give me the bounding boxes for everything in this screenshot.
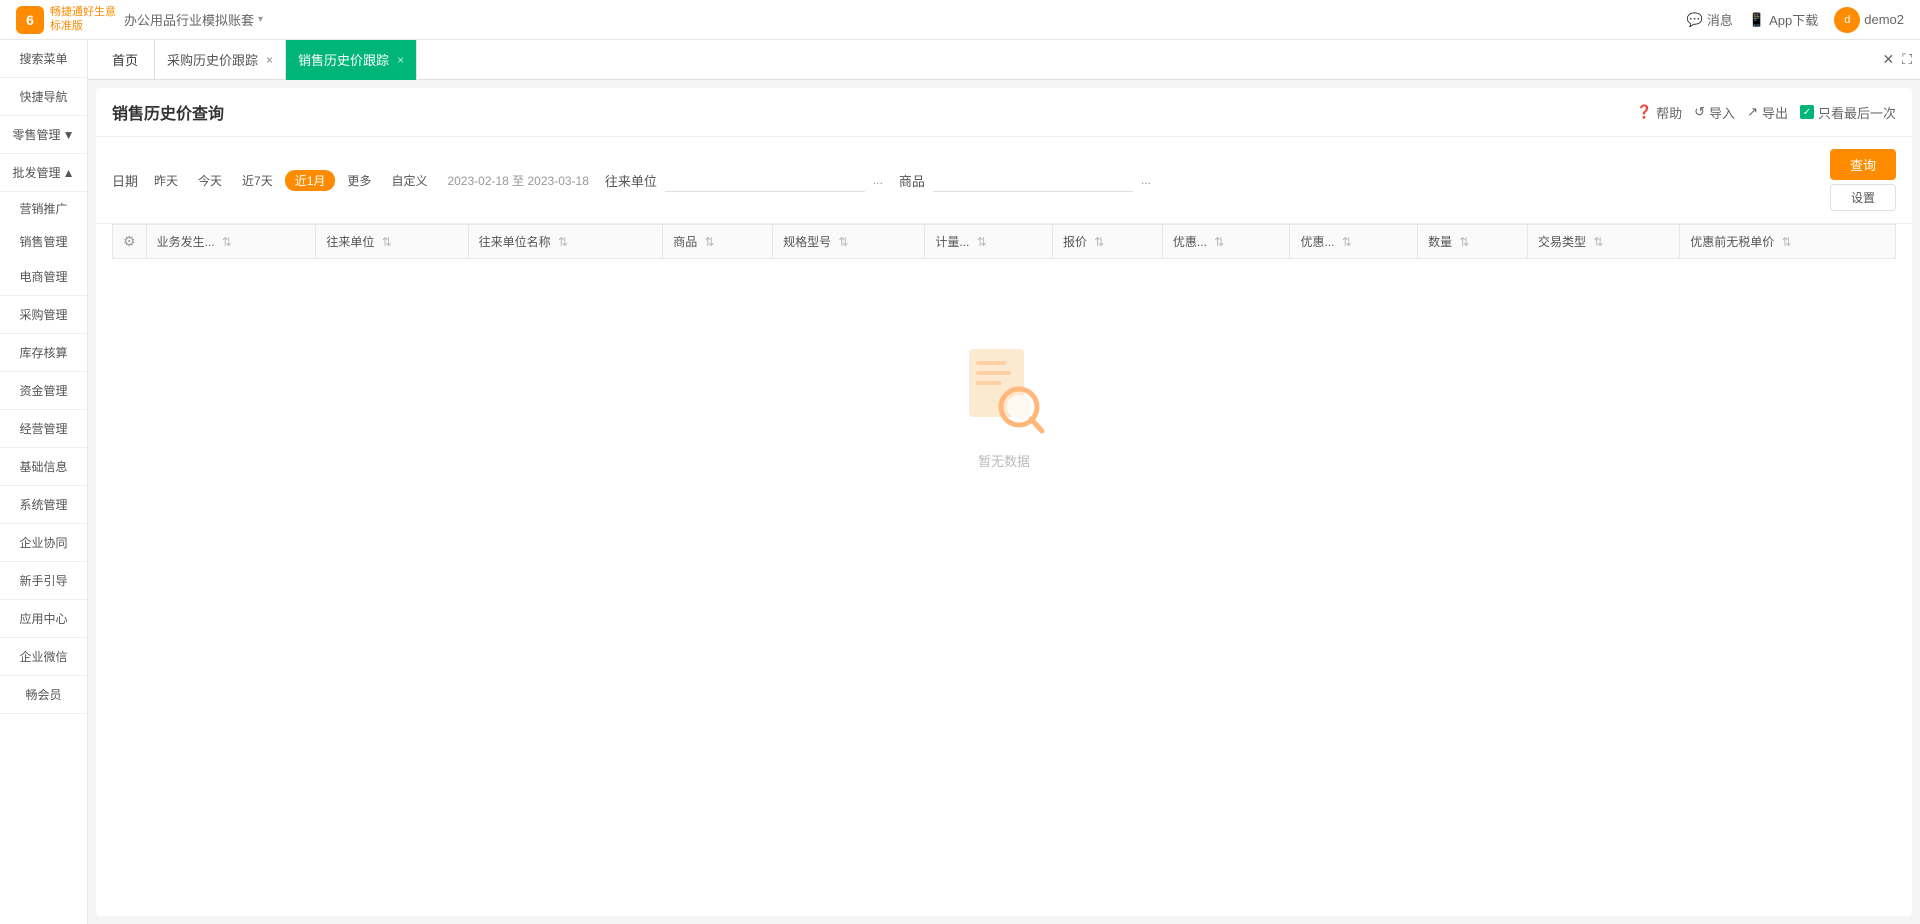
- app-title-dropdown-icon[interactable]: ▾: [258, 14, 263, 25]
- product-picker-icon[interactable]: ...: [1141, 173, 1151, 187]
- date-btn-today[interactable]: 今天: [190, 170, 230, 191]
- col-quantity[interactable]: 数量 ⇅: [1418, 225, 1528, 259]
- data-table: ⚙ 业务发生... ⇅ 往来单位 ⇅ 往来单位名称 ⇅ 商品 ⇅ 规格型号 ⇅ …: [112, 224, 1896, 259]
- export-icon: ↗: [1747, 104, 1758, 120]
- sidebar-item-ecommerce[interactable]: 电商管理: [0, 258, 87, 296]
- partner-picker-icon[interactable]: ...: [873, 173, 883, 187]
- app-title: 办公用品行业模拟账套: [124, 10, 254, 29]
- tab-bar: 首页 采购历史价跟踪 × 销售历史价跟踪 × ✕ ⛶: [88, 40, 1920, 80]
- date-btn-7days[interactable]: 近7天: [234, 170, 281, 191]
- page-title: 销售历史价查询: [112, 100, 224, 124]
- col-discount1[interactable]: 优惠... ⇅: [1162, 225, 1290, 259]
- date-btn-yesterday[interactable]: 昨天: [146, 170, 186, 191]
- sidebar-item-guide[interactable]: 新手引导: [0, 562, 87, 600]
- table-container: ⚙ 业务发生... ⇅ 往来单位 ⇅ 往来单位名称 ⇅ 商品 ⇅ 规格型号 ⇅ …: [96, 224, 1912, 566]
- sidebar-item-finance[interactable]: 资金管理: [0, 372, 87, 410]
- empty-illustration: [954, 339, 1054, 439]
- import-icon: ↺: [1694, 104, 1705, 120]
- sidebar-item-wechat[interactable]: 企业微信: [0, 638, 87, 676]
- tab-sales-history-close[interactable]: ×: [397, 53, 404, 67]
- tab-sales-history[interactable]: 销售历史价跟踪 ×: [286, 40, 417, 80]
- logo: 6 畅捷通好生意 标准版: [16, 6, 116, 34]
- only-last-checkbox[interactable]: ✓: [1800, 105, 1814, 119]
- partner-label: 往来单位: [605, 171, 657, 190]
- sidebar-quick-nav[interactable]: 快捷导航: [0, 78, 87, 116]
- logo-text: 畅捷通好生意 标准版: [50, 6, 116, 32]
- sidebar-item-app-center[interactable]: 应用中心: [0, 600, 87, 638]
- sidebar-item-wholesale[interactable]: 批发管理 ▲: [0, 154, 87, 192]
- sidebar-item-inventory[interactable]: 库存核算: [0, 334, 87, 372]
- date-label: 日期: [112, 171, 138, 190]
- col-biz-date[interactable]: 业务发生... ⇅: [146, 225, 316, 259]
- tab-home[interactable]: 首页: [96, 40, 155, 80]
- user-menu-button[interactable]: d demo2: [1834, 7, 1904, 33]
- logo-icon: 6: [16, 6, 44, 34]
- export-button[interactable]: ↗ 导出: [1747, 103, 1788, 122]
- tab-close-all-icon[interactable]: ✕: [1882, 51, 1894, 68]
- app-download-button[interactable]: 📱 App下载: [1749, 10, 1818, 29]
- page-title-bar: 销售历史价查询 ❓ 帮助 ↺ 导入 ↗: [96, 88, 1912, 137]
- sidebar-item-purchase[interactable]: 采购管理: [0, 296, 87, 334]
- only-last-checkbox-label[interactable]: ✓ 只看最后一次: [1800, 103, 1896, 122]
- sidebar-search[interactable]: 搜索菜单: [0, 40, 87, 78]
- help-button[interactable]: ❓ 帮助: [1636, 103, 1682, 122]
- tab-purchase-history[interactable]: 采购历史价跟踪 ×: [155, 40, 286, 80]
- message-icon: 💬: [1687, 12, 1703, 28]
- product-label: 商品: [899, 171, 925, 190]
- col-unit[interactable]: 计量... ⇅: [925, 225, 1053, 259]
- col-partner-name[interactable]: 往来单位名称 ⇅: [468, 225, 663, 259]
- chevron-up-icon: ▲: [63, 166, 75, 180]
- query-button[interactable]: 查询: [1830, 149, 1896, 180]
- message-button[interactable]: 💬 消息: [1687, 10, 1733, 29]
- filter-bar: 日期 昨天 今天 近7天 近1月 更多 自定义 2023-02-18 至 202…: [96, 137, 1912, 224]
- sidebar: 搜索菜单 快捷导航 零售管理 ▼ 批发管理 ▲ 营销推广 销售管理 电商管理 采…: [0, 40, 88, 924]
- date-btn-more[interactable]: 更多: [339, 170, 379, 191]
- sidebar-item-sales-mgmt[interactable]: 销售管理: [0, 225, 87, 258]
- sidebar-item-operations[interactable]: 经营管理: [0, 410, 87, 448]
- app-title-area: 办公用品行业模拟账套 ▾: [124, 10, 263, 29]
- tab-purchase-history-close[interactable]: ×: [266, 53, 273, 67]
- settings-button[interactable]: 设置: [1830, 184, 1896, 211]
- help-icon: ❓: [1636, 104, 1652, 120]
- sidebar-item-member[interactable]: 畅会员: [0, 676, 87, 714]
- sidebar-item-marketing[interactable]: 营销推广: [0, 192, 87, 225]
- table-settings-icon[interactable]: ⚙: [123, 233, 136, 249]
- date-buttons: 昨天 今天 近7天 近1月 更多 自定义: [146, 170, 435, 191]
- col-product[interactable]: 商品 ⇅: [663, 225, 773, 259]
- date-btn-custom[interactable]: 自定义: [383, 170, 435, 191]
- sidebar-item-enterprise[interactable]: 企业协同: [0, 524, 87, 562]
- chevron-down-icon: ▼: [63, 128, 75, 142]
- partner-input[interactable]: [665, 168, 865, 192]
- empty-state: 暂无数据: [112, 259, 1896, 550]
- col-trade-type[interactable]: 交易类型 ⇅: [1528, 225, 1680, 259]
- col-price[interactable]: 报价 ⇅: [1052, 225, 1162, 259]
- avatar: d: [1834, 7, 1860, 33]
- sidebar-item-system[interactable]: 系统管理: [0, 486, 87, 524]
- col-spec[interactable]: 规格型号 ⇅: [773, 225, 925, 259]
- col-discount2[interactable]: 优惠... ⇅: [1290, 225, 1418, 259]
- empty-text: 暂无数据: [978, 451, 1030, 470]
- col-pre-tax-price[interactable]: 优惠前无税单价 ⇅: [1680, 225, 1896, 259]
- download-icon: 📱: [1749, 12, 1765, 28]
- date-btn-1month[interactable]: 近1月: [285, 170, 336, 191]
- date-range: 2023-02-18 至 2023-03-18: [447, 172, 588, 189]
- col-partner-code[interactable]: 往来单位 ⇅: [316, 225, 468, 259]
- product-input[interactable]: [933, 168, 1133, 192]
- sidebar-item-retail[interactable]: 零售管理 ▼: [0, 116, 87, 154]
- sidebar-item-basic-info[interactable]: 基础信息: [0, 448, 87, 486]
- tab-fullscreen-icon[interactable]: ⛶: [1902, 51, 1912, 68]
- import-button[interactable]: ↺ 导入: [1694, 103, 1735, 122]
